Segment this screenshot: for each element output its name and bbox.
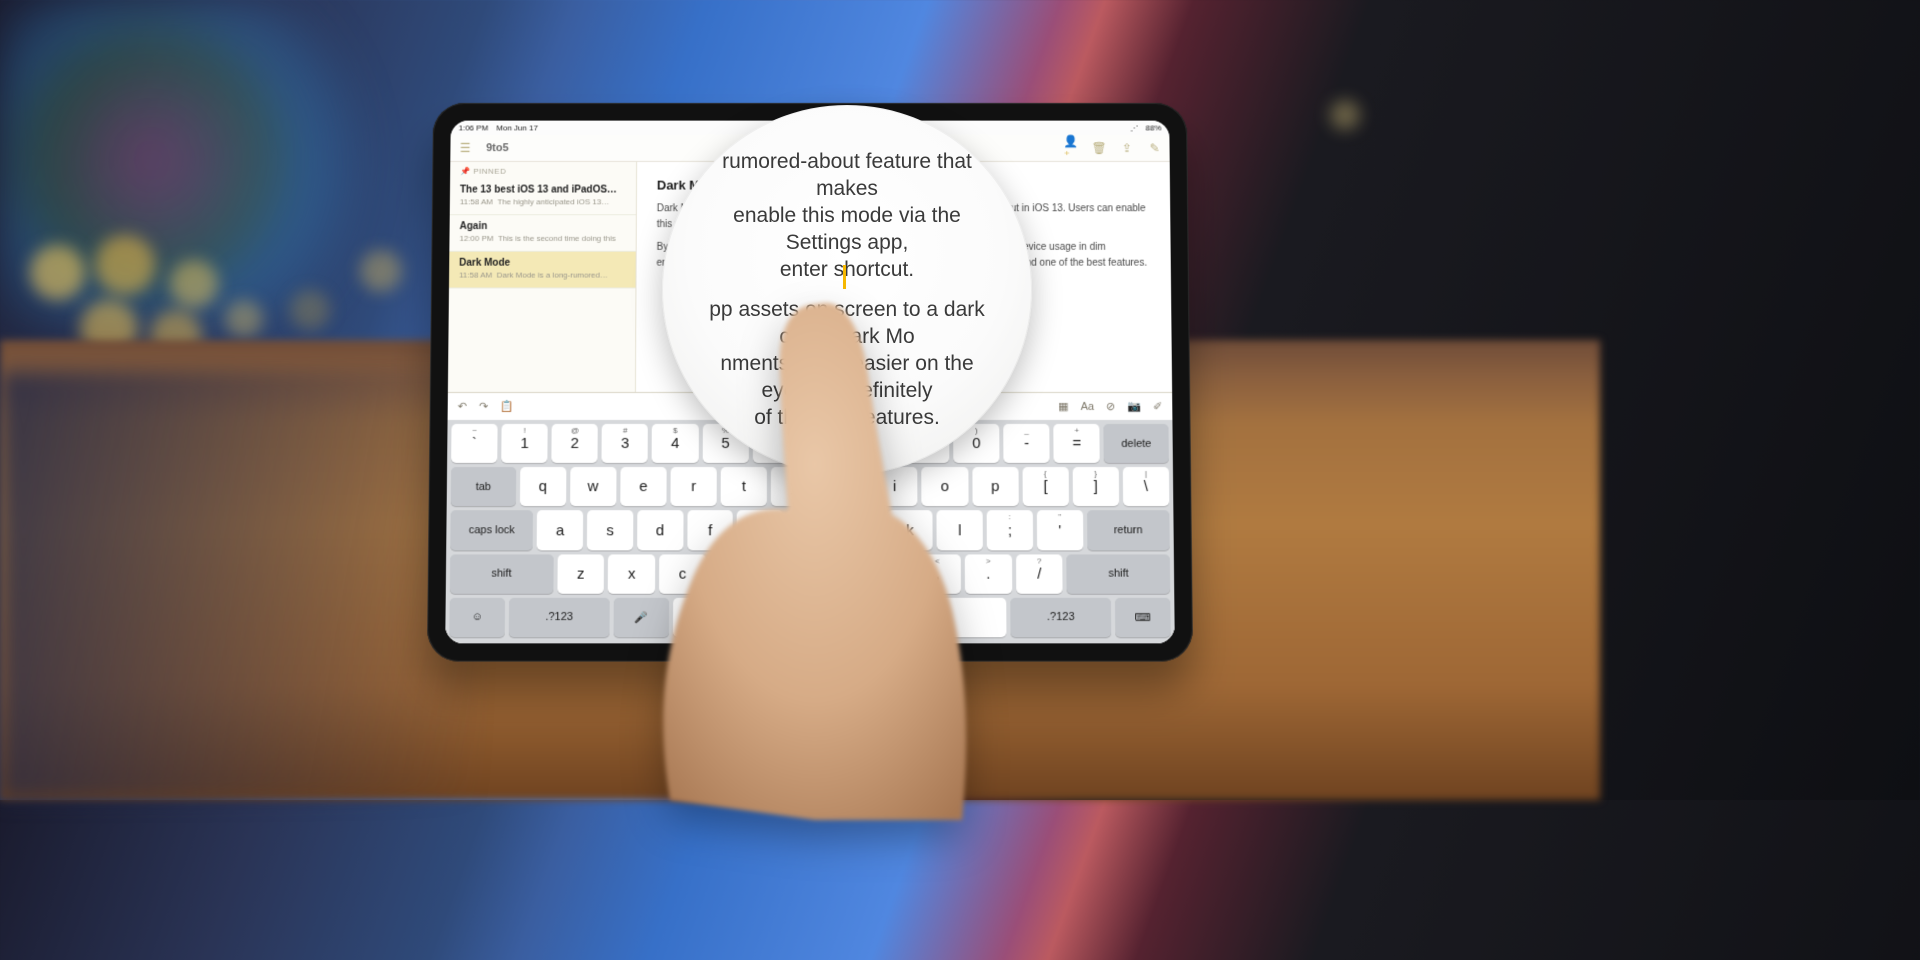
kb-row-space: ☺ .?123 🎤 .?123 ⌨ <box>449 598 1170 638</box>
kb-row-asdf: caps lock a s d f g h j k l :; "' return <box>450 511 1170 550</box>
add-person-icon[interactable]: 👤⁺ <box>1064 141 1078 155</box>
note-item-title: The 13 best iOS 13 and iPadOS… <box>460 185 626 196</box>
sidebar-toggle-icon[interactable]: ☰ <box>458 141 472 155</box>
kb-key[interactable]: !1 <box>501 424 548 463</box>
kb-key[interactable]: <, <box>914 554 961 594</box>
kb-return-key[interactable]: return <box>1087 511 1170 550</box>
undo-icon[interactable]: ↶ <box>458 400 467 413</box>
kb-key[interactable]: m <box>863 554 910 594</box>
kb-key[interactable]: g <box>737 511 783 550</box>
kb-dismiss-key[interactable]: ⌨ <box>1115 598 1171 638</box>
loupe-text-line: rumored-about feature that makes <box>722 150 972 200</box>
kb-key[interactable]: w <box>570 467 617 506</box>
kb-emoji-key[interactable]: ☺ <box>449 598 505 638</box>
kb-key[interactable]: a <box>537 511 583 550</box>
note-list-item-selected[interactable]: Dark Mode 11:58 AM Dark Mode is a long-r… <box>449 252 636 289</box>
kb-key[interactable]: i <box>871 467 917 506</box>
format-icon[interactable]: Aa <box>1081 400 1095 412</box>
kb-key[interactable]: q <box>519 467 566 506</box>
desk-shadow <box>0 370 480 800</box>
loupe-text-line: nments much easier on the eyes. It's def… <box>720 352 973 402</box>
kb-capslock-key[interactable]: caps lock <box>450 511 533 550</box>
kb-key[interactable]: "' <box>1037 511 1083 550</box>
clipboard-icon[interactable]: 📋 <box>500 400 514 413</box>
folder-title[interactable]: 9to5 <box>486 142 509 154</box>
kb-key[interactable]: k <box>887 511 933 550</box>
camera-icon[interactable]: 📷 <box>1127 400 1141 413</box>
kb-key[interactable]: h <box>787 511 833 550</box>
kb-key[interactable]: f <box>687 511 733 550</box>
kb-delete-key[interactable]: delete <box>1104 424 1169 463</box>
kb-key[interactable]: c <box>659 554 706 594</box>
kb-key[interactable]: s <box>587 511 633 550</box>
kb-key[interactable]: |\ <box>1123 467 1170 506</box>
kb-row-qwerty: tab q w e r t y u i o p {[ }] |\ <box>451 467 1170 506</box>
status-time: 1:06 PM <box>459 123 489 132</box>
kb-key[interactable]: r <box>670 467 716 506</box>
bokeh-light <box>360 250 402 292</box>
note-item-title: Dark Mode <box>459 258 626 269</box>
kb-key[interactable]: j <box>837 511 883 550</box>
table-icon[interactable]: ▦ <box>1058 400 1069 413</box>
wifi-icon: ⋰ <box>1130 123 1138 132</box>
loupe-text-line: of the best features. <box>754 406 940 429</box>
kb-row-zxcv: shift z x c v b n m <, >. ?/ shift <box>450 554 1170 594</box>
kb-key[interactable]: v <box>710 554 757 594</box>
kb-key[interactable]: o <box>922 467 968 506</box>
kb-key[interactable]: @2 <box>552 424 598 463</box>
redo-icon[interactable]: ↷ <box>479 400 488 413</box>
markup-icon[interactable]: ✐ <box>1153 400 1162 413</box>
share-icon[interactable]: ⇪ <box>1120 141 1134 155</box>
kb-key[interactable]: :; <box>987 511 1033 550</box>
kb-key[interactable]: e <box>620 467 666 506</box>
kb-key[interactable]: n <box>812 554 859 594</box>
note-list-item[interactable]: Again 12:00 PM This is the second time d… <box>449 215 635 252</box>
kb-key[interactable]: b <box>761 554 808 594</box>
kb-key[interactable]: {[ <box>1022 467 1069 506</box>
loupe-text-line: pp assets on screen to a dark color, Dar… <box>709 298 985 348</box>
kb-key[interactable]: y <box>771 467 817 506</box>
note-item-title: Again <box>460 221 626 232</box>
kb-key[interactable]: l <box>937 511 983 550</box>
kb-key[interactable]: ~` <box>451 424 498 463</box>
kb-key[interactable]: $4 <box>652 424 698 463</box>
loupe-text-line: enter shortcut. <box>780 258 914 281</box>
kb-key[interactable]: p <box>972 467 1018 506</box>
compose-icon[interactable]: ✎ <box>1148 141 1162 155</box>
pin-icon: 📌 <box>460 167 470 176</box>
kb-key[interactable]: _- <box>1003 424 1049 463</box>
bokeh-light <box>225 300 263 338</box>
pinned-header: 📌 PINNED <box>450 162 636 179</box>
kb-tab-key[interactable]: tab <box>451 467 516 506</box>
note-list-item[interactable]: The 13 best iOS 13 and iPadOS… 11:58 AM … <box>450 179 636 216</box>
kb-key[interactable]: z <box>557 554 604 594</box>
text-cursor-caret <box>843 265 846 289</box>
kb-numeric-key[interactable]: .?123 <box>1011 598 1111 638</box>
kb-key[interactable]: ?/ <box>1016 554 1063 594</box>
text-cursor-magnifier: rumored-about feature that makes enable … <box>662 105 1032 475</box>
kb-numeric-key[interactable]: .?123 <box>509 598 609 638</box>
loupe-text-line: enable this mode via the Settings app, <box>733 204 961 254</box>
kb-key[interactable]: += <box>1054 424 1100 463</box>
kb-key[interactable]: >. <box>965 554 1012 594</box>
kb-key[interactable]: }] <box>1072 467 1119 506</box>
kb-key[interactable]: t <box>721 467 767 506</box>
status-date: Mon Jun 17 <box>496 123 538 132</box>
status-battery: 88% <box>1145 123 1161 132</box>
bokeh-light <box>290 290 330 330</box>
bokeh-light <box>95 235 155 295</box>
checklist-small-icon[interactable]: ⊘ <box>1106 400 1115 413</box>
bokeh-light <box>170 260 218 308</box>
bokeh-light <box>30 245 85 300</box>
kb-shift-key[interactable]: shift <box>1067 554 1171 594</box>
kb-space-key[interactable] <box>673 598 1007 638</box>
kb-key[interactable]: #3 <box>602 424 648 463</box>
kb-shift-key[interactable]: shift <box>450 554 554 594</box>
trash-icon[interactable]: 🗑 <box>1092 141 1106 155</box>
bokeh-light <box>1330 100 1360 130</box>
kb-key[interactable]: d <box>637 511 683 550</box>
kb-key[interactable]: x <box>608 554 655 594</box>
kb-mic-key[interactable]: 🎤 <box>613 598 669 638</box>
